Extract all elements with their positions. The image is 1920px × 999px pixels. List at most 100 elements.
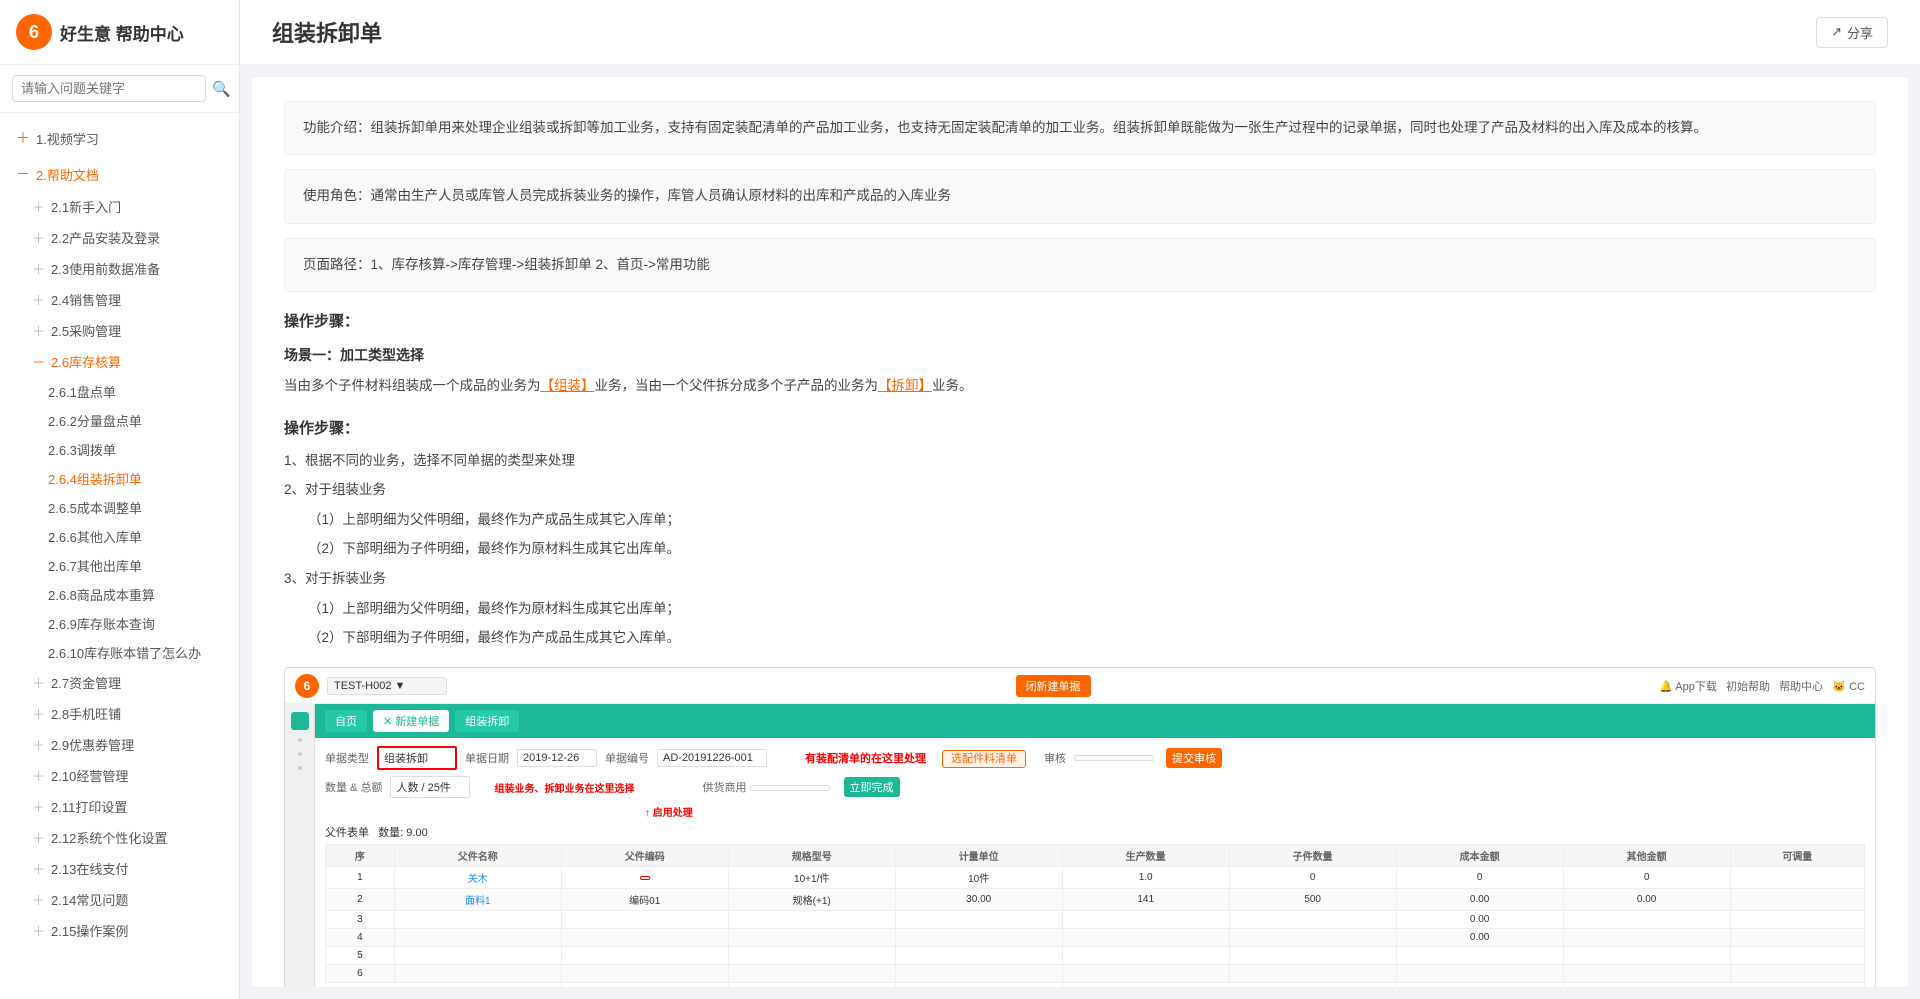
td-material1: 面料1: [394, 889, 561, 911]
input-doc-no[interactable]: AD-20191226-001: [657, 749, 767, 767]
plus-icon: ＋: [32, 259, 45, 278]
sidebar-item-assembly[interactable]: 2.6.4组装拆卸单: [0, 464, 239, 493]
sidebar-item-stocktake[interactable]: 2.6.1盘点单: [0, 377, 239, 406]
app-screenshot: 6 TEST-H002 ▼ 闭新建单据 🔔 App下载 初始帮助 帮助中心 🐱 …: [285, 668, 1875, 987]
step-2-2: （2）下部明细为子件明细，最终作为原材料生成其它出库单。: [284, 536, 1876, 562]
search-button[interactable]: 🔍: [212, 80, 231, 98]
annotation-fixed-bom: 有装配清单的在这里处理: [805, 750, 926, 766]
select-bom-btn[interactable]: 选配件料清单: [942, 750, 1026, 766]
sidebar-item-inventory[interactable]: － 2.6库存核算: [0, 346, 239, 377]
sidebar-item-ledger-query[interactable]: 2.6.9库存账本查询: [0, 609, 239, 638]
page-header: 组装拆卸单 ↗ 分享: [240, 0, 1920, 65]
table-row: 7: [326, 983, 1865, 987]
assembly-link[interactable]: 【组装】: [541, 378, 595, 393]
plus-icon: ＋: [32, 673, 45, 692]
share-button[interactable]: ↗ 分享: [1816, 17, 1888, 48]
code-input-red[interactable]: [640, 876, 650, 880]
plus-icon: ＋: [32, 859, 45, 878]
sidebar: 6 好生意 帮助中心 🔍 ＋ 1.视频学习 － 2.帮助文档 ＋ 2.1新手入门: [0, 0, 240, 999]
sidebar-item-print[interactable]: ＋ 2.11打印设置: [0, 791, 239, 822]
sidebar-item-finance[interactable]: ＋ 2.7资金管理: [0, 667, 239, 698]
table-row: 6: [326, 965, 1865, 983]
nav-group-videos: ＋ 1.视频学习: [0, 121, 239, 155]
sidebar-item-customize[interactable]: ＋ 2.12系统个性化设置: [0, 822, 239, 853]
sidebar-item-other-in[interactable]: 2.6.6其他入库单: [0, 522, 239, 551]
sidebar-item-cost-recalc[interactable]: 2.6.8商品成本重算: [0, 580, 239, 609]
submit-btn[interactable]: 提交审核: [1166, 748, 1222, 768]
sidebar-item-ledger-fix[interactable]: 2.6.10库存账本错了怎么办: [0, 638, 239, 667]
input-vendor[interactable]: [750, 785, 830, 791]
sidebar-item-ops-mgmt[interactable]: ＋ 2.10经营管理: [0, 760, 239, 791]
sidebar-item-install[interactable]: ＋ 2.2产品安装及登录: [0, 222, 239, 253]
nav-sub-items-help: ＋ 2.1新手入门 ＋ 2.2产品安装及登录 ＋ 2.3使用前数据准备 ＋ 2.…: [0, 191, 239, 946]
input-total-num[interactable]: 人数 / 25件: [390, 776, 470, 798]
td-spec: 10+1/件: [728, 867, 895, 889]
sidebar-item-purchase[interactable]: ＋ 2.5采购管理: [0, 315, 239, 346]
sidebar-item-data-prep[interactable]: ＋ 2.3使用前数据准备: [0, 253, 239, 284]
icon-dot3: [298, 766, 302, 770]
table-row: 4 0.00: [326, 929, 1865, 947]
nav-group-help-docs: － 2.帮助文档 ＋ 2.1新手入门 ＋ 2.2产品安装及登录 ＋ 2.3使用前…: [0, 157, 239, 946]
disassembly-link[interactable]: 【拆卸】: [878, 378, 932, 393]
sidebar-item-coupon[interactable]: ＋ 2.9优惠券管理: [0, 729, 239, 760]
table-row: 2 面料1 编码01 规格(+1) 30.00 141 500 0.00 0.0: [326, 889, 1865, 911]
label-approve: 审核: [1044, 750, 1066, 766]
role-block: 使用角色：通常由生产人员或库管人员完成拆装业务的操作，库管人员确认原材料的出库和…: [284, 169, 1876, 223]
plus-icon: ＋: [32, 704, 45, 723]
th-prod-qty: 生产数量: [1062, 845, 1229, 867]
input-doc-type[interactable]: 组装拆卸: [377, 746, 457, 770]
plus-icon: ＋: [32, 828, 45, 847]
app-tab-home[interactable]: 自页: [325, 710, 367, 732]
plus-icon: ＋: [32, 290, 45, 309]
sidebar-item-transfer[interactable]: 2.6.3调拨单: [0, 435, 239, 464]
vendor-input-wrapper: 供货商用: [702, 779, 829, 795]
input-doc-date[interactable]: 2019-12-26: [517, 749, 597, 767]
plus-icon: ＋: [32, 797, 45, 816]
input-approve[interactable]: [1074, 755, 1154, 761]
sidebar-item-cost-adjust[interactable]: 2.6.5成本调整单: [0, 493, 239, 522]
search-input[interactable]: [12, 75, 206, 102]
step-1: 1、根据不同的业务，选择不同单据的类型来处理: [284, 448, 1876, 474]
td-parent-name: 关木: [394, 867, 561, 889]
th-seq: 序: [326, 845, 395, 867]
td-other-amt: 0: [1563, 867, 1730, 889]
page-title: 组装拆卸单: [272, 16, 382, 48]
plus-icon: ＋: [32, 197, 45, 216]
plus-icon: ＋: [32, 321, 45, 340]
sidebar-item-video-learning[interactable]: ＋ 1.视频学习: [0, 121, 239, 155]
topbar-links: 🔔 App下载 初始帮助 帮助中心 🐱 CC: [1659, 678, 1865, 694]
td-unit: 10件: [895, 867, 1062, 889]
app-logo-icon: 6: [16, 14, 52, 50]
sidebar-item-partial-stocktake[interactable]: 2.6.2分量盘点单: [0, 406, 239, 435]
th-child-qty: 子件数量: [1229, 845, 1396, 867]
assembly-table: 序 父件名称 父件编码 规格型号 计量单位 生产数量 子件数量 成本金额 其他金: [325, 844, 1865, 987]
sidebar-item-beginners[interactable]: ＋ 2.1新手入门: [0, 191, 239, 222]
sidebar-item-sales[interactable]: ＋ 2.4销售管理: [0, 284, 239, 315]
icon-dot: [298, 738, 302, 742]
plus-icon: ＋: [16, 128, 30, 148]
sidebar-item-online-pay[interactable]: ＋ 2.13在线支付: [0, 853, 239, 884]
select-bom-orange-btn[interactable]: 选配件料清单: [942, 750, 1026, 768]
th-parent-code: 父件编码: [561, 845, 728, 867]
th-parent-name: 父件名称: [394, 845, 561, 867]
intro-block: 功能介绍：组装拆卸单用来处理企业组装或拆卸等加工业务，支持有固定装配清单的产品加…: [284, 101, 1876, 155]
plus-icon: ＋: [32, 921, 45, 940]
sidebar-logo: 6 好生意 帮助中心: [0, 0, 239, 65]
sidebar-item-help-docs[interactable]: － 2.帮助文档: [0, 157, 239, 191]
step-3-1: （1）上部明细为父件明细，最终作为原材料生成其它出库单；: [284, 596, 1876, 622]
sidebar-item-mobile[interactable]: ＋ 2.8手机旺铺: [0, 698, 239, 729]
sidebar-item-faq[interactable]: ＋ 2.14常见问题: [0, 884, 239, 915]
scenario1-desc: 当由多个子件材料组装成一个成品的业务为【组装】业务，当由一个父件拆分成多个子产品…: [284, 373, 1876, 399]
sidebar-item-cases[interactable]: ＋ 2.15操作案例: [0, 915, 239, 946]
app-main: 自页 ✕ 新建单据 组装拆卸 单据类型 组装拆卸 单据日期 2019-12-26: [315, 704, 1875, 987]
sidebar-nav: ＋ 1.视频学习 － 2.帮助文档 ＋ 2.1新手入门 ＋ 2.2产品安装及登录: [0, 113, 239, 999]
td-parent-code: [561, 867, 728, 889]
icon-home: [291, 712, 309, 730]
sidebar-item-other-out[interactable]: 2.6.7其他出库单: [0, 551, 239, 580]
app-tab-assembly[interactable]: 组装拆卸: [455, 710, 519, 732]
app-tab-newdoc[interactable]: ✕ 新建单据: [373, 710, 449, 732]
confirm-btn[interactable]: 立即完成: [844, 777, 900, 797]
main-content-area: 组装拆卸单 ↗ 分享 功能介绍：组装拆卸单用来处理企业组装或拆卸等加工业务，支持…: [240, 0, 1920, 999]
ops-title: 操作步骤：: [284, 310, 1876, 331]
annotation-type-select: 组装业务、拆卸业务在这里选择: [494, 780, 634, 795]
